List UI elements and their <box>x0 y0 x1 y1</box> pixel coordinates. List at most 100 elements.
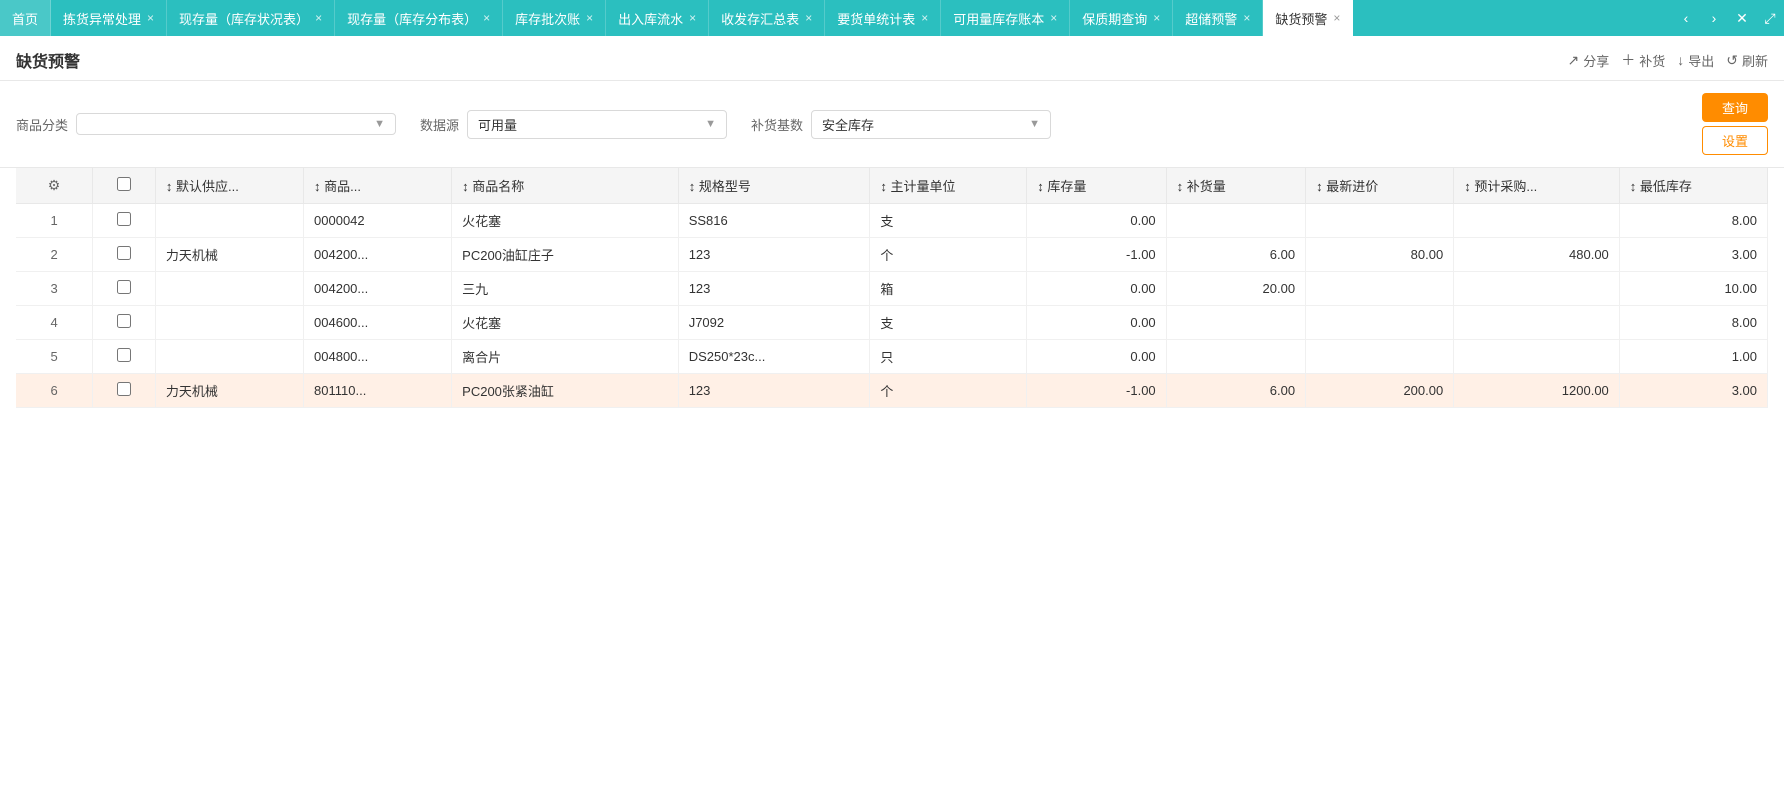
row-checkbox[interactable] <box>117 314 131 328</box>
row-min-stock: 10.00 <box>1619 272 1767 306</box>
supplier-sort-icon[interactable]: ↕ <box>166 179 173 194</box>
tab-in-out-flow[interactable]: 出入库流水 × <box>606 0 709 36</box>
tab-overstock[interactable]: 超储预警 × <box>1173 0 1263 36</box>
replenish-base-select[interactable]: 安全库存 ▼ <box>811 110 1051 139</box>
unit-sort-icon[interactable]: ↕ <box>880 179 887 194</box>
row-num: 4 <box>16 306 93 340</box>
category-select[interactable]: ▼ <box>76 113 396 135</box>
tab-bar: 首页 拣货异常处理 × 现存量（库存状况表） × 现存量（库存分布表） × 库存… <box>0 0 1784 36</box>
row-min-stock: 8.00 <box>1619 306 1767 340</box>
latest-price-header: ↕ 最新进价 <box>1306 168 1454 204</box>
table-row[interactable]: 6 力天机械 801110... PC200张紧油缸 123 个 -1.00 6… <box>16 374 1768 408</box>
unit-header: ↕ 主计量单位 <box>870 168 1027 204</box>
tab-expiry-query[interactable]: 保质期查询 × <box>1070 0 1173 36</box>
product-name-header: ↕ 商品名称 <box>452 168 679 204</box>
tab-close-available[interactable]: × <box>1050 11 1057 25</box>
row-num: 6 <box>16 374 93 408</box>
datasource-select[interactable]: 可用量 ▼ <box>467 110 727 139</box>
row-product-code: 801110... <box>304 374 452 408</box>
row-product-name: PC200油缸庄子 <box>452 238 679 272</box>
tab-available-ledger[interactable]: 可用量库存账本 × <box>941 0 1070 36</box>
row-checkbox[interactable] <box>117 212 131 226</box>
category-chevron-icon: ▼ <box>374 118 385 130</box>
tab-close-flow[interactable]: × <box>689 11 696 25</box>
tab-close-overstock[interactable]: × <box>1243 11 1250 25</box>
row-checkbox-cell <box>93 340 156 374</box>
tab-close-defect[interactable]: × <box>147 11 154 25</box>
replenish-base-label: 补货基数 <box>751 115 803 134</box>
replenish-qty-sort-icon[interactable]: ↕ <box>1177 179 1184 194</box>
table-row[interactable]: 3 004200... 三九 123 箱 0.00 20.00 10.00 <box>16 272 1768 306</box>
row-supplier: 力天机械 <box>155 374 303 408</box>
tab-next-btn[interactable]: › <box>1700 10 1728 26</box>
datasource-filter: 数据源 可用量 ▼ <box>420 110 727 139</box>
spec-sort-icon[interactable]: ↕ <box>689 179 696 194</box>
row-unit: 支 <box>870 204 1027 238</box>
tab-defect-handling[interactable]: 拣货异常处理 × <box>51 0 167 36</box>
page-header: 缺货预警 ↗ 分享 ＋ 补货 ↓ 导出 ↺ 刷新 <box>0 36 1784 81</box>
query-button[interactable]: 查询 <box>1702 93 1768 122</box>
row-unit: 个 <box>870 374 1027 408</box>
tab-close-inventory-status[interactable]: × <box>315 11 322 25</box>
row-estimated-purchase <box>1454 204 1620 238</box>
replenish-btn[interactable]: ＋ 补货 <box>1621 50 1665 70</box>
product-name-sort-icon[interactable]: ↕ <box>462 179 469 194</box>
tab-close-order[interactable]: × <box>921 11 928 25</box>
column-settings-btn[interactable]: ⚙ <box>48 177 61 194</box>
tab-close-all-btn[interactable]: ✕ <box>1728 10 1756 27</box>
table-row[interactable]: 2 力天机械 004200... PC200油缸庄子 123 个 -1.00 6… <box>16 238 1768 272</box>
stock-qty-sort-icon[interactable]: ↕ <box>1037 179 1044 194</box>
select-all-checkbox[interactable] <box>117 177 131 191</box>
tab-prev-btn[interactable]: ‹ <box>1672 10 1700 26</box>
tab-close-receipt[interactable]: × <box>805 11 812 25</box>
replenish-base-value: 安全库存 <box>822 115 1021 134</box>
row-latest-price <box>1306 272 1454 306</box>
row-checkbox[interactable] <box>117 280 131 294</box>
table-row[interactable]: 1 0000042 火花塞 SS816 支 0.00 8.00 <box>16 204 1768 238</box>
datasource-label: 数据源 <box>420 115 459 134</box>
replenish-qty-header: ↕ 补货量 <box>1166 168 1305 204</box>
setting-button[interactable]: 设置 <box>1702 126 1768 155</box>
row-replenish-qty: 6.00 <box>1166 238 1305 272</box>
tab-home[interactable]: 首页 <box>0 0 51 36</box>
row-checkbox[interactable] <box>117 348 131 362</box>
data-table: ⚙ ↕ 默认供应... ↕ 商品... ↕ 商品名称 <box>16 168 1768 408</box>
row-checkbox[interactable] <box>117 382 131 396</box>
refresh-btn[interactable]: ↺ 刷新 <box>1726 51 1768 70</box>
row-min-stock: 3.00 <box>1619 374 1767 408</box>
tab-shortage[interactable]: 缺货预警 × <box>1263 0 1353 36</box>
min-stock-header: ↕ 最低库存 <box>1619 168 1767 204</box>
est-purchase-sort-icon[interactable]: ↕ <box>1464 179 1471 194</box>
table-row[interactable]: 5 004800... 离合片 DS250*23c... 只 0.00 1.00 <box>16 340 1768 374</box>
row-checkbox-cell <box>93 272 156 306</box>
share-btn[interactable]: ↗ 分享 <box>1567 51 1609 70</box>
row-replenish-qty: 20.00 <box>1166 272 1305 306</box>
tab-inventory-status[interactable]: 现存量（库存状况表） × <box>167 0 335 36</box>
product-code-header: ↕ 商品... <box>304 168 452 204</box>
tab-order-stats[interactable]: 要货单统计表 × <box>825 0 941 36</box>
tab-close-expiry[interactable]: × <box>1153 11 1160 25</box>
row-product-code: 0000042 <box>304 204 452 238</box>
tab-receipt-summary[interactable]: 收发存汇总表 × <box>709 0 825 36</box>
row-supplier <box>155 204 303 238</box>
row-supplier <box>155 306 303 340</box>
row-spec: DS250*23c... <box>678 340 870 374</box>
row-checkbox[interactable] <box>117 246 131 260</box>
category-label: 商品分类 <box>16 115 68 134</box>
row-stock-qty: 0.00 <box>1027 340 1166 374</box>
row-replenish-qty <box>1166 340 1305 374</box>
min-stock-sort-icon[interactable]: ↕ <box>1630 179 1637 194</box>
product-code-sort-icon[interactable]: ↕ <box>314 179 321 194</box>
tab-close-batch[interactable]: × <box>586 11 593 25</box>
tab-close-shortage[interactable]: × <box>1333 11 1340 25</box>
tab-batch-account[interactable]: 库存批次账 × <box>503 0 606 36</box>
row-supplier <box>155 340 303 374</box>
table-row[interactable]: 4 004600... 火花塞 J7092 支 0.00 8.00 <box>16 306 1768 340</box>
export-btn[interactable]: ↓ 导出 <box>1677 51 1714 70</box>
tab-maximize-btn[interactable]: ⤢ <box>1756 10 1784 27</box>
row-estimated-purchase: 1200.00 <box>1454 374 1620 408</box>
tab-close-inventory-dist[interactable]: × <box>483 11 490 25</box>
tab-inventory-dist[interactable]: 现存量（库存分布表） × <box>335 0 503 36</box>
row-product-code: 004200... <box>304 272 452 306</box>
latest-price-sort-icon[interactable]: ↕ <box>1316 179 1323 194</box>
